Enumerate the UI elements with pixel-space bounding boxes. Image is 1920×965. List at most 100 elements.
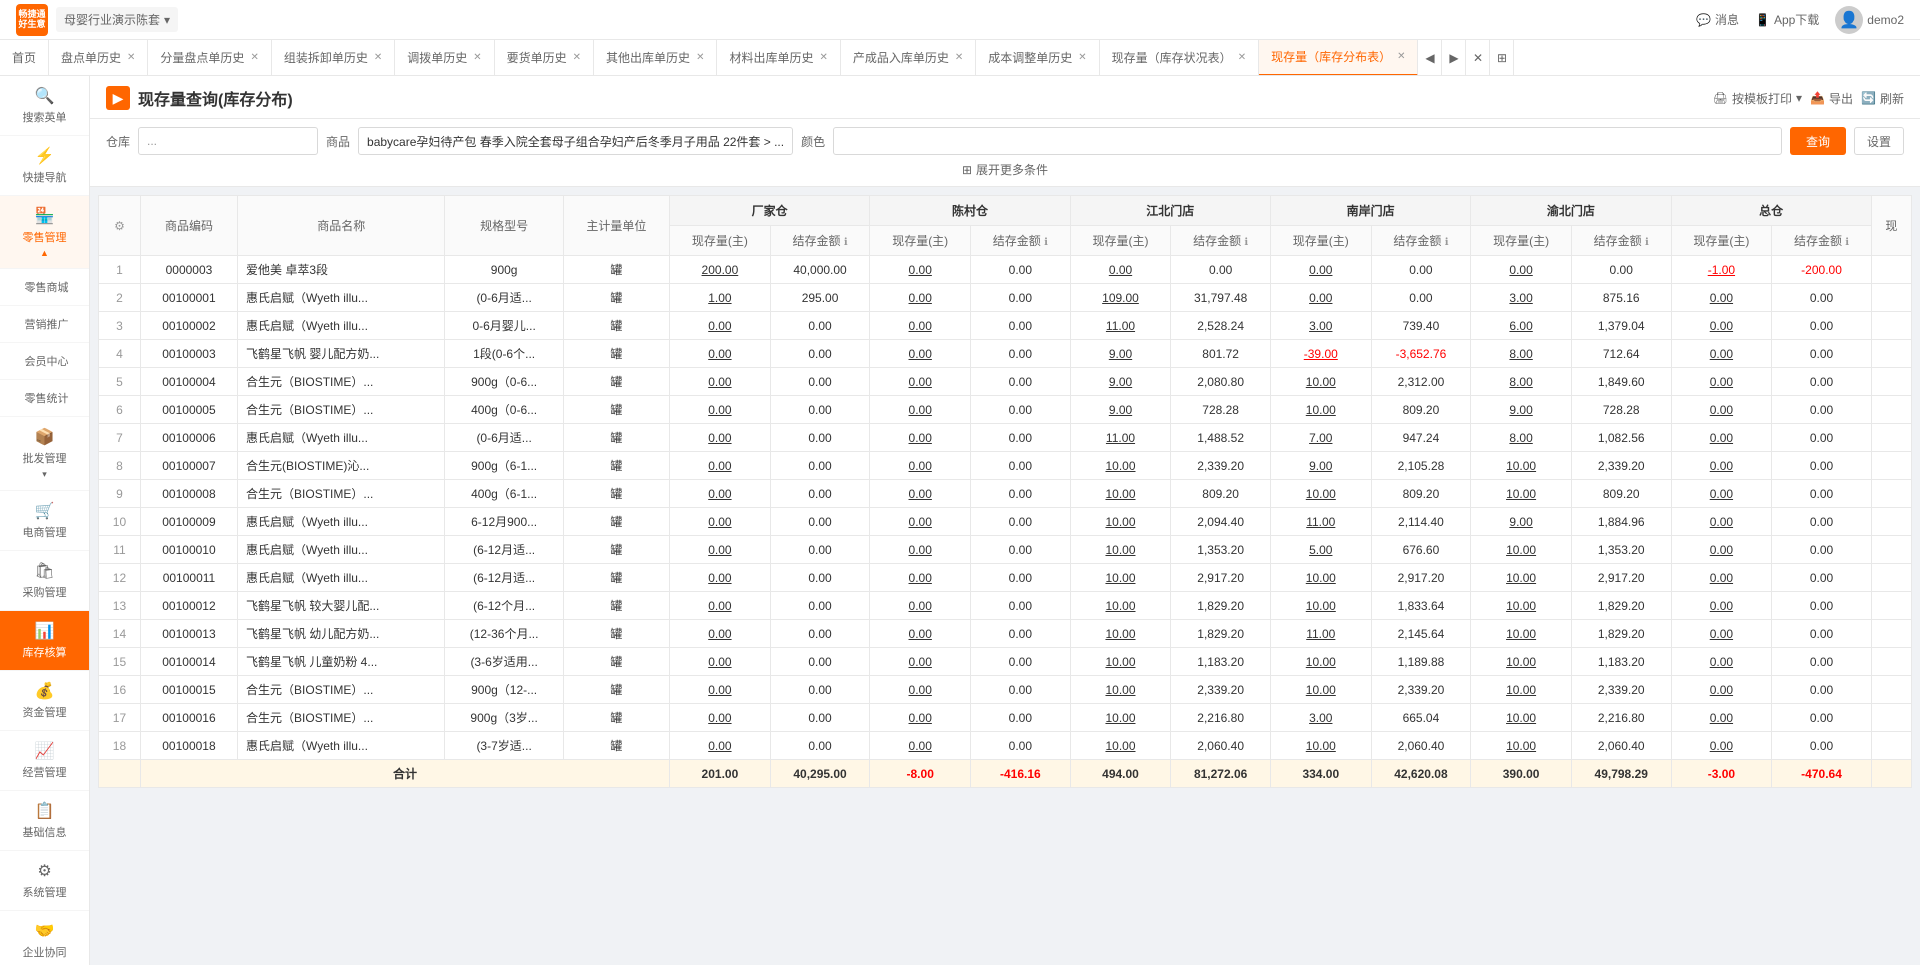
cell-nanan-stock[interactable]: -39.00	[1270, 340, 1371, 368]
cell-jiangbei-stock[interactable]: 109.00	[1070, 284, 1171, 312]
cell-nanan-stock[interactable]: 9.00	[1270, 452, 1371, 480]
sidebar-item-retail-stat[interactable]: 零售统计	[0, 380, 89, 417]
cell-nanan-stock[interactable]: 10.00	[1270, 480, 1371, 508]
cell-nanan-stock[interactable]: 11.00	[1270, 508, 1371, 536]
cell-factory-stock[interactable]: 0.00	[670, 424, 771, 452]
cell-factory-stock[interactable]: 0.00	[670, 452, 771, 480]
tab-close-split-count[interactable]: ✕	[250, 52, 258, 63]
collapse-btn[interactable]: ▶	[106, 86, 130, 110]
th-settings[interactable]: ⚙	[99, 196, 141, 256]
cell-jiangbei-stock[interactable]: 10.00	[1070, 536, 1171, 564]
cell-nanan-stock[interactable]: 3.00	[1270, 704, 1371, 732]
tab-material-out[interactable]: 材料出库单历史 ✕	[717, 40, 840, 76]
cell-linhe-stock[interactable]: 0.00	[870, 312, 971, 340]
cell-linhe-stock[interactable]: 0.00	[870, 368, 971, 396]
tab-close-stock-status[interactable]: ✕	[1238, 52, 1246, 63]
cell-factory-stock[interactable]: 0.00	[670, 396, 771, 424]
cell-jiangbei-stock[interactable]: 11.00	[1070, 424, 1171, 452]
cell-factory-stock[interactable]: 0.00	[670, 704, 771, 732]
sidebar-item-retail-store[interactable]: 零售商城	[0, 269, 89, 306]
cell-yubei-stock[interactable]: 10.00	[1471, 648, 1572, 676]
cell-total-stock[interactable]: 0.00	[1671, 284, 1772, 312]
sidebar-item-system[interactable]: ⚙ 系统管理	[0, 851, 89, 911]
sidebar-item-marketing[interactable]: 营销推广	[0, 306, 89, 343]
cell-jiangbei-stock[interactable]: 10.00	[1070, 508, 1171, 536]
cell-nanan-stock[interactable]: 10.00	[1270, 676, 1371, 704]
cell-nanan-stock[interactable]: 10.00	[1270, 396, 1371, 424]
cell-linhe-stock[interactable]: 0.00	[870, 480, 971, 508]
tab-close-stock-dist[interactable]: ✕	[1397, 51, 1405, 62]
cell-jiangbei-stock[interactable]: 10.00	[1070, 592, 1171, 620]
warehouse-input[interactable]: ...	[138, 127, 318, 155]
cell-linhe-stock[interactable]: 0.00	[870, 732, 971, 760]
sidebar-item-wholesale[interactable]: 📦 批发管理 ▾	[0, 417, 89, 491]
expand-conditions-btn[interactable]: ⊞ 展开更多条件	[962, 161, 1048, 178]
cell-yubei-stock[interactable]: 3.00	[1471, 284, 1572, 312]
cell-linhe-stock[interactable]: 0.00	[870, 396, 971, 424]
tab-close-other-out[interactable]: ✕	[696, 52, 704, 63]
cell-factory-stock[interactable]: 1.00	[670, 284, 771, 312]
cell-yubei-stock[interactable]: 0.00	[1471, 256, 1572, 284]
cell-yubei-stock[interactable]: 8.00	[1471, 340, 1572, 368]
cell-total-stock[interactable]: 0.00	[1671, 396, 1772, 424]
cell-linhe-stock[interactable]: 0.00	[870, 536, 971, 564]
sidebar-item-operations[interactable]: 📈 经营管理	[0, 731, 89, 791]
cell-total-stock[interactable]: 0.00	[1671, 536, 1772, 564]
cell-jiangbei-stock[interactable]: 11.00	[1070, 312, 1171, 340]
info-icon-3[interactable]: ℹ	[1244, 237, 1248, 248]
tab-stock-status[interactable]: 现存量（库存状况表） ✕	[1100, 40, 1259, 76]
cell-jiangbei-stock[interactable]: 9.00	[1070, 368, 1171, 396]
sidebar-item-purchase[interactable]: 🛍 采购管理	[0, 551, 89, 611]
cell-yubei-stock[interactable]: 6.00	[1471, 312, 1572, 340]
cell-yubei-stock[interactable]: 10.00	[1471, 732, 1572, 760]
cell-linhe-stock[interactable]: 0.00	[870, 704, 971, 732]
sidebar-item-finance[interactable]: 💰 资金管理	[0, 671, 89, 731]
cell-yubei-stock[interactable]: 10.00	[1471, 704, 1572, 732]
cell-yubei-stock[interactable]: 10.00	[1471, 480, 1572, 508]
tab-next-btn[interactable]: ▶	[1442, 40, 1466, 76]
sidebar-item-inventory[interactable]: 📊 库存核算	[0, 611, 89, 671]
tab-purchase-order[interactable]: 要货单历史 ✕	[495, 40, 594, 76]
cell-jiangbei-stock[interactable]: 9.00	[1070, 396, 1171, 424]
industry-selector[interactable]: 母婴行业演示陈套 ▾	[56, 7, 178, 32]
cell-nanan-stock[interactable]: 0.00	[1270, 256, 1371, 284]
tab-close-purchase-order[interactable]: ✕	[573, 52, 581, 63]
info-icon-4[interactable]: ℹ	[1445, 237, 1449, 248]
cell-yubei-stock[interactable]: 10.00	[1471, 592, 1572, 620]
cell-total-stock[interactable]: 0.00	[1671, 368, 1772, 396]
cell-factory-stock[interactable]: 200.00	[670, 256, 771, 284]
tab-cost-adjust[interactable]: 成本调整单历史 ✕	[976, 40, 1099, 76]
cell-factory-stock[interactable]: 0.00	[670, 620, 771, 648]
tab-home[interactable]: 首页	[0, 40, 49, 76]
sidebar-item-nav[interactable]: ⚡ 快捷导航	[0, 136, 89, 196]
cell-nanan-stock[interactable]: 10.00	[1270, 592, 1371, 620]
sidebar-item-enterprise[interactable]: 🤝 企业协同	[0, 911, 89, 965]
cell-nanan-stock[interactable]: 10.00	[1270, 732, 1371, 760]
cell-factory-stock[interactable]: 0.00	[670, 564, 771, 592]
cell-yubei-stock[interactable]: 10.00	[1471, 452, 1572, 480]
sidebar-item-search[interactable]: 🔍 搜索英单	[0, 76, 89, 136]
cell-factory-stock[interactable]: 0.00	[670, 592, 771, 620]
cell-linhe-stock[interactable]: 0.00	[870, 508, 971, 536]
cell-total-stock[interactable]: 0.00	[1671, 508, 1772, 536]
tab-other-out[interactable]: 其他出库单历史 ✕	[594, 40, 717, 76]
tab-transfer[interactable]: 调拨单历史 ✕	[395, 40, 494, 76]
cell-total-stock[interactable]: 0.00	[1671, 620, 1772, 648]
cell-yubei-stock[interactable]: 9.00	[1471, 396, 1572, 424]
cell-nanan-stock[interactable]: 10.00	[1270, 368, 1371, 396]
tab-stock-dist[interactable]: 现存量（库存分布表） ✕	[1259, 40, 1418, 76]
cell-jiangbei-stock[interactable]: 10.00	[1070, 564, 1171, 592]
tab-count-history[interactable]: 盘点单历史 ✕	[49, 40, 148, 76]
cell-jiangbei-stock[interactable]: 10.00	[1070, 732, 1171, 760]
cell-nanan-stock[interactable]: 7.00	[1270, 424, 1371, 452]
cell-linhe-stock[interactable]: 0.00	[870, 452, 971, 480]
cell-linhe-stock[interactable]: 0.00	[870, 620, 971, 648]
tab-close-count-history[interactable]: ✕	[127, 52, 135, 63]
cell-yubei-stock[interactable]: 10.00	[1471, 676, 1572, 704]
tab-combine-dismantle[interactable]: 组装拆卸单历史 ✕	[272, 40, 395, 76]
info-icon-5[interactable]: ℹ	[1645, 237, 1649, 248]
cell-total-stock[interactable]: 0.00	[1671, 564, 1772, 592]
cell-factory-stock[interactable]: 0.00	[670, 732, 771, 760]
cell-factory-stock[interactable]: 0.00	[670, 340, 771, 368]
cell-linhe-stock[interactable]: 0.00	[870, 648, 971, 676]
